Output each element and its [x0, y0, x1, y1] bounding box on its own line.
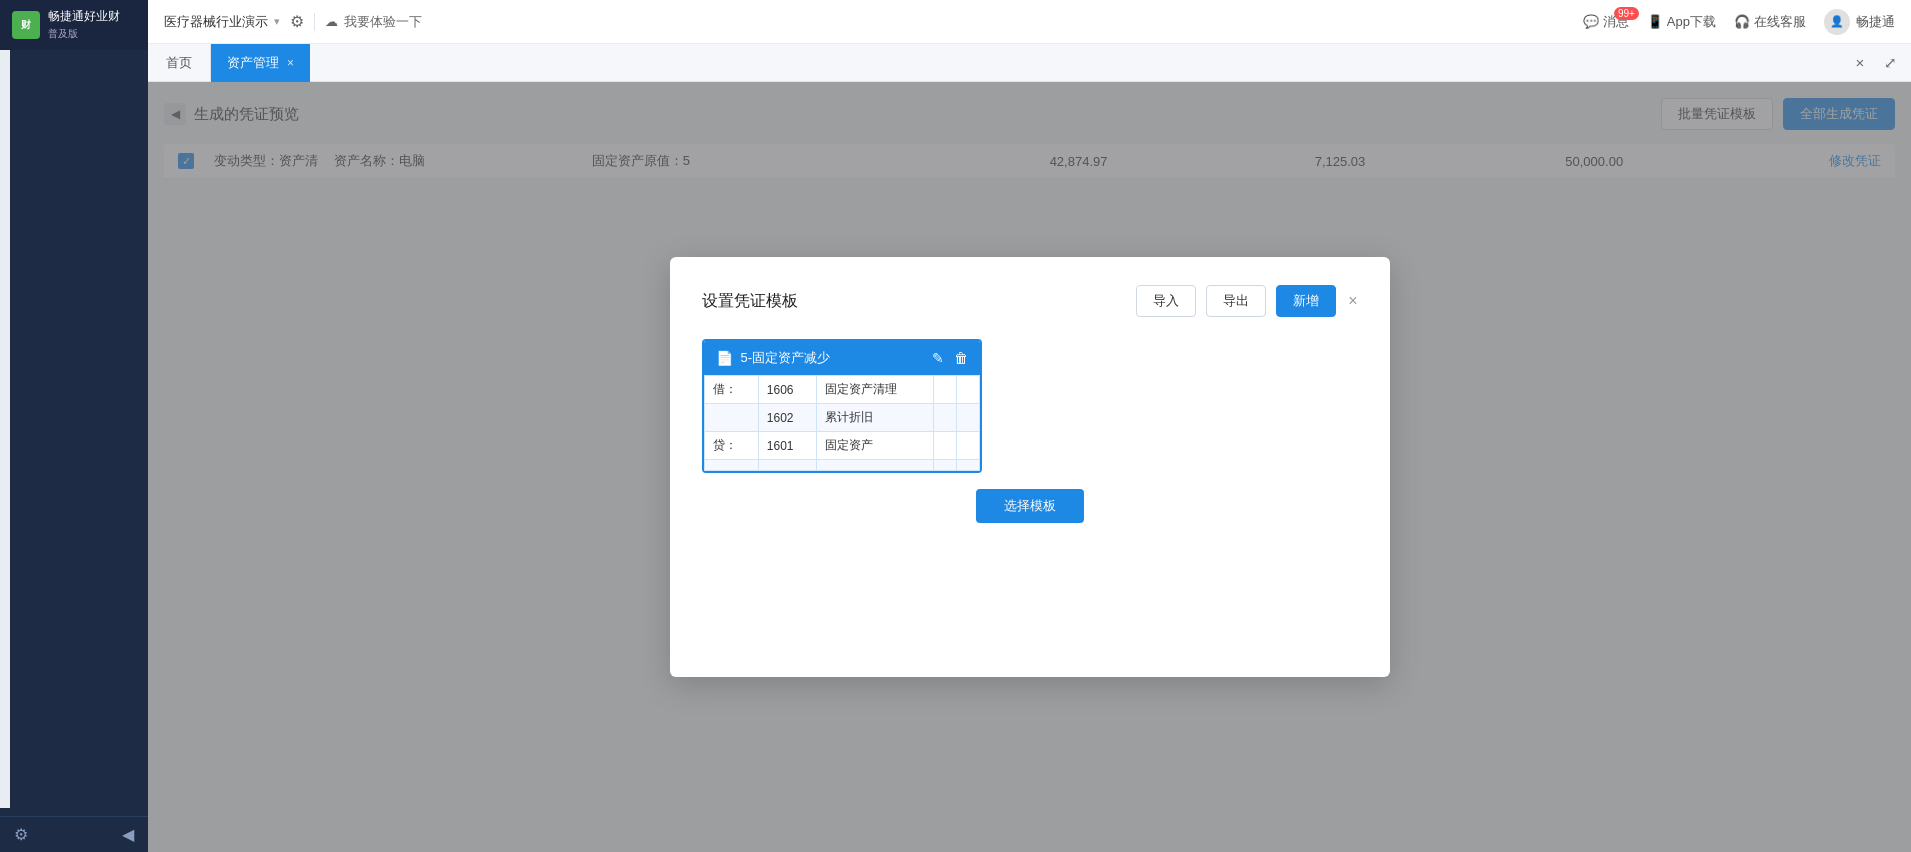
export-button[interactable]: 导出	[1206, 285, 1266, 317]
app-download-button[interactable]: 📱 App下载	[1647, 13, 1716, 31]
feedback-icon: ☁	[325, 14, 338, 29]
select-template-button[interactable]: 选择模板	[976, 489, 1084, 523]
entry-subject: 固定资产清理	[816, 376, 934, 404]
modal-close-button[interactable]: ×	[1348, 292, 1357, 310]
entry-code: 1601	[758, 432, 816, 460]
template-entry-row: 借： 1606 固定资产清理	[704, 376, 979, 404]
logo-icon: 财	[12, 11, 40, 39]
entry-code: 1602	[758, 404, 816, 432]
topbar-left: 医疗器械行业演示 ▾ ⚙ ☁ 我要体验一下	[164, 12, 422, 31]
entry-direction: 贷：	[704, 432, 758, 460]
entry-debit	[934, 376, 957, 404]
service-icon: 🎧	[1734, 14, 1750, 29]
entry-debit	[934, 432, 957, 460]
template-header-actions: ✎ 🗑	[932, 350, 968, 366]
template-entries-table: 借： 1606 固定资产清理	[704, 375, 980, 471]
minimize-button[interactable]: ×	[1847, 50, 1873, 76]
sidebar: 财 畅捷通好业财 普及版 🔍 搜索菜单 🏠 快捷导航 📊 销售管理 🛒 采	[0, 0, 148, 852]
template-card-body: 借： 1606 固定资产清理	[704, 375, 980, 471]
feedback-button[interactable]: ☁ 我要体验一下	[325, 13, 422, 31]
tab-asset-management[interactable]: 资产管理 ×	[211, 44, 310, 82]
modal-action-buttons: 导入 导出 新增	[1136, 285, 1336, 317]
company-selector[interactable]: 医疗器械行业演示 ▾	[164, 13, 280, 31]
entry-direction	[704, 404, 758, 432]
user-menu[interactable]: 👤 畅捷通	[1824, 9, 1895, 35]
page-content: ◀ 生成的凭证预览 批量凭证模板 全部生成凭证 ✓ 变动类型：资产清 资产名称：…	[148, 82, 1911, 852]
message-icon: 💬	[1583, 14, 1599, 29]
sidebar-bottom: ⚙ ◀	[0, 816, 148, 852]
company-name: 医疗器械行业演示	[164, 13, 268, 31]
template-list: 📄 5-固定资产减少 ✎ 🗑	[702, 339, 1358, 473]
import-button[interactable]: 导入	[1136, 285, 1196, 317]
modal-body: 📄 5-固定资产减少 ✎ 🗑	[702, 339, 1358, 523]
template-header-left: 📄 5-固定资产减少	[716, 349, 831, 367]
entry-direction	[704, 460, 758, 471]
feedback-label: 我要体验一下	[344, 13, 422, 31]
topbar-settings-icon[interactable]: ⚙	[290, 12, 304, 31]
entry-debit	[934, 460, 957, 471]
topbar-divider	[314, 13, 315, 31]
template-entry-row: 贷： 1601 固定资产	[704, 432, 979, 460]
topbar: 医疗器械行业演示 ▾ ⚙ ☁ 我要体验一下 💬 消息 99+ 📱	[148, 0, 1911, 44]
entry-credit	[956, 432, 979, 460]
template-doc-icon: 📄	[716, 350, 733, 366]
modal-header: 设置凭证模板 导入 导出 新增 ×	[702, 285, 1358, 317]
download-icon: 📱	[1647, 14, 1663, 29]
online-service-button[interactable]: 🎧 在线客服	[1734, 13, 1806, 31]
maximize-button[interactable]: ⤢	[1877, 50, 1903, 76]
tab-home[interactable]: 首页	[148, 45, 211, 81]
app-name: 畅捷通好业财	[48, 9, 120, 25]
template-entry-row: 1602 累计折旧	[704, 404, 979, 432]
entry-credit	[956, 404, 979, 432]
delete-template-icon[interactable]: 🗑	[954, 350, 968, 366]
username: 畅捷通	[1856, 13, 1895, 31]
app-download-label: App下载	[1667, 13, 1716, 31]
modal-title: 设置凭证模板	[702, 291, 798, 312]
entry-subject	[816, 460, 934, 471]
messages-button[interactable]: 💬 消息 99+	[1583, 13, 1629, 31]
select-template-wrap: 选择模板	[702, 489, 1358, 523]
voucher-template-modal: 设置凭证模板 导入 导出 新增 ×	[670, 257, 1390, 677]
entry-credit	[956, 460, 979, 471]
template-card-header: 📄 5-固定资产减少 ✎ 🗑	[704, 341, 980, 375]
entry-credit	[956, 376, 979, 404]
online-service-label: 在线客服	[1754, 13, 1806, 31]
entry-debit	[934, 404, 957, 432]
app-version: 普及版	[48, 27, 120, 41]
template-entry-row	[704, 460, 979, 471]
new-template-button[interactable]: 新增	[1276, 285, 1336, 317]
avatar: 👤	[1824, 9, 1850, 35]
company-caret-icon: ▾	[274, 15, 280, 28]
entry-subject: 累计折旧	[816, 404, 934, 432]
entry-code	[758, 460, 816, 471]
entry-code: 1606	[758, 376, 816, 404]
entry-direction: 借：	[704, 376, 758, 404]
tab-actions: × ⤢	[1847, 50, 1911, 76]
edit-template-icon[interactable]: ✎	[932, 350, 944, 366]
tab-label: 资产管理	[227, 54, 279, 72]
topbar-right: 💬 消息 99+ 📱 App下载 🎧 在线客服 👤 畅捷通	[1583, 9, 1895, 35]
modal-backdrop: 设置凭证模板 导入 导出 新增 ×	[148, 82, 1911, 852]
messages-badge: 99+	[1614, 7, 1639, 20]
collapse-icon[interactable]: ◀	[122, 825, 134, 844]
sidebar-nav: 🔍 搜索菜单 🏠 快捷导航 📊 销售管理 🛒 采购管理 📦 库存核算 💰	[0, 808, 148, 816]
settings-bottom-icon[interactable]: ⚙	[14, 825, 28, 844]
main-content: 医疗器械行业演示 ▾ ⚙ ☁ 我要体验一下 💬 消息 99+ 📱	[148, 0, 1911, 852]
entry-subject: 固定资产	[816, 432, 934, 460]
tab-bar: 首页 资产管理 × × ⤢	[148, 44, 1911, 82]
template-name: 5-固定资产减少	[741, 349, 831, 367]
template-card-1: 📄 5-固定资产减少 ✎ 🗑	[702, 339, 982, 473]
app-logo: 财 畅捷通好业财 普及版	[0, 0, 148, 50]
tab-close-icon[interactable]: ×	[287, 56, 294, 70]
